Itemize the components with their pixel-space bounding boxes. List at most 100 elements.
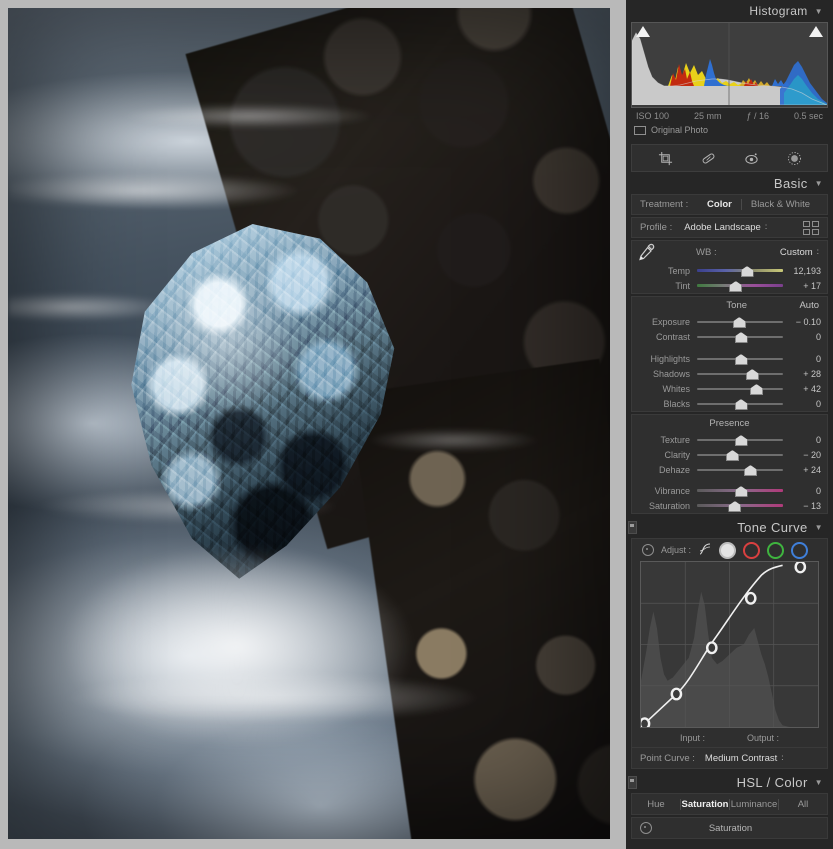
slider-track[interactable] [697,368,783,380]
slider-knob[interactable] [740,266,754,277]
hsl-panel-header[interactable]: HSL / Color ▼ [626,771,833,793]
slider-knob[interactable] [728,501,742,512]
profile-stepper-icon[interactable]: ∶ [765,222,767,233]
slider-label: Temp [667,265,690,276]
slider-knob[interactable] [734,486,748,497]
tone-curve-points[interactable] [641,562,818,727]
blue-channel-button[interactable] [791,541,809,559]
slider-knob[interactable] [743,465,757,476]
hsl-panel-toggle[interactable] [628,775,637,789]
photo-preview-area[interactable] [0,0,626,849]
slider-tint[interactable]: Tint + 17 [632,278,827,293]
slider-track[interactable] [697,449,783,461]
curve-point [794,562,807,574]
slider-knob[interactable] [734,435,748,446]
slider-track[interactable] [697,464,783,476]
tab-luminance[interactable]: Luminance [729,798,778,810]
tone-curve-graph[interactable] [640,561,819,728]
develop-right-panel[interactable]: Histogram ▼ ISO 100 25 mm ƒ / 16 0.5 sec… [626,0,833,849]
slider-track[interactable] [697,398,783,410]
slider-track[interactable] [697,265,783,277]
shadow-clipping-indicator[interactable] [636,26,650,37]
slider-knob[interactable] [749,384,763,395]
point-curve-row[interactable]: Point Curve : Medium Contrast ∶ [632,747,827,768]
wb-row: WB : Custom ∶ [632,241,827,263]
slider-clarity[interactable]: Clarity − 20 [632,447,827,462]
wb-sliders: Temp 12,193 Tint + 17 [632,263,827,293]
slider-label: Texture [660,434,690,445]
profile-label: Profile : [640,222,673,233]
target-adjust-icon[interactable] [642,544,654,556]
slider-knob[interactable] [732,317,746,328]
original-photo-toggle[interactable]: Original Photo [626,121,833,140]
slider-knob[interactable] [745,369,759,380]
target-adjust-icon[interactable] [640,822,652,834]
slider-knob[interactable] [734,332,748,343]
curve-point [641,717,651,727]
slider-knob[interactable] [725,450,739,461]
histogram-graph[interactable] [631,22,828,108]
slider-exposure[interactable]: Exposure − 0.10 [632,314,827,329]
exif-aperture: ƒ / 16 [746,111,769,121]
profile-browser-icon[interactable] [803,220,819,235]
slider-blacks[interactable]: Blacks 0 [632,396,827,411]
highlight-clipping-indicator[interactable] [809,26,823,37]
develop-tool-strip[interactable] [631,144,828,172]
point-curve-stepper-icon[interactable]: ∶ [781,753,783,764]
slider-knob[interactable] [734,399,748,410]
slider-track[interactable] [697,434,783,446]
bandage-icon[interactable] [701,151,716,166]
basic-panel-header[interactable]: Basic ▼ [626,172,833,194]
point-curve-button[interactable] [719,541,737,559]
slider-contrast[interactable]: Contrast 0 [632,329,827,344]
chevron-down-icon[interactable]: ▼ [815,7,823,16]
slider-track[interactable] [697,383,783,395]
slider-track[interactable] [697,331,783,343]
auto-tone-button[interactable]: Auto [799,300,819,311]
slider-track[interactable] [697,280,783,292]
slider-temp[interactable]: Temp 12,193 [632,263,827,278]
eyedropper-icon[interactable] [636,243,656,264]
tone-curve-panel-header[interactable]: Tone Curve ▼ [626,516,833,538]
point-curve-value[interactable]: Medium Contrast [705,753,777,764]
slider-track[interactable] [697,353,783,365]
slider-track[interactable] [697,500,783,512]
treatment-color-button[interactable]: Color [698,199,741,210]
slider-shadows[interactable]: Shadows + 28 [632,366,827,381]
eye-icon[interactable] [744,151,759,166]
slider-dehaze[interactable]: Dehaze + 24 [632,462,827,477]
slider-vibrance[interactable]: Vibrance 0 [632,483,827,498]
tab-all[interactable]: All [778,798,827,810]
tab-saturation[interactable]: Saturation [680,798,729,810]
tone-curve-panel-toggle[interactable] [628,520,637,534]
chevron-down-icon[interactable]: ▼ [815,179,823,188]
histogram-panel-header[interactable]: Histogram ▼ [626,0,833,22]
iceberg-photograph[interactable] [8,8,610,839]
profile-value[interactable]: Adobe Landscape [684,222,761,233]
tab-hue[interactable]: Hue [632,799,680,810]
crop-icon[interactable] [658,151,673,166]
chevron-down-icon[interactable]: ▼ [815,778,823,787]
wb-stepper-icon[interactable]: ∶ [817,247,819,258]
parametric-curve-button[interactable] [698,542,712,559]
slider-track[interactable] [697,316,783,328]
slider-texture[interactable]: Texture 0 [632,432,827,447]
slider-knob[interactable] [729,281,743,292]
wb-value[interactable]: Custom [780,247,813,258]
green-channel-button[interactable] [767,541,785,559]
slider-knob[interactable] [734,354,748,365]
red-channel-button[interactable] [743,541,761,559]
radial-mask-icon[interactable] [787,151,802,166]
adjust-label: Adjust : [661,545,692,555]
slider-track[interactable] [697,485,783,497]
treatment-bw-button[interactable]: Black & White [740,199,819,210]
chevron-down-icon[interactable]: ▼ [815,523,823,532]
slider-saturation[interactable]: Saturation − 13 [632,498,827,513]
hsl-tab-bar[interactable]: Hue Saturation Luminance All [631,793,828,815]
hsl-title: HSL / Color [736,774,808,790]
slider-whites[interactable]: Whites + 42 [632,381,827,396]
treatment-label: Treatment : [640,199,689,210]
slider-highlights[interactable]: Highlights 0 [632,351,827,366]
curve-input-label: Input : [679,733,705,743]
curve-point [744,591,757,605]
